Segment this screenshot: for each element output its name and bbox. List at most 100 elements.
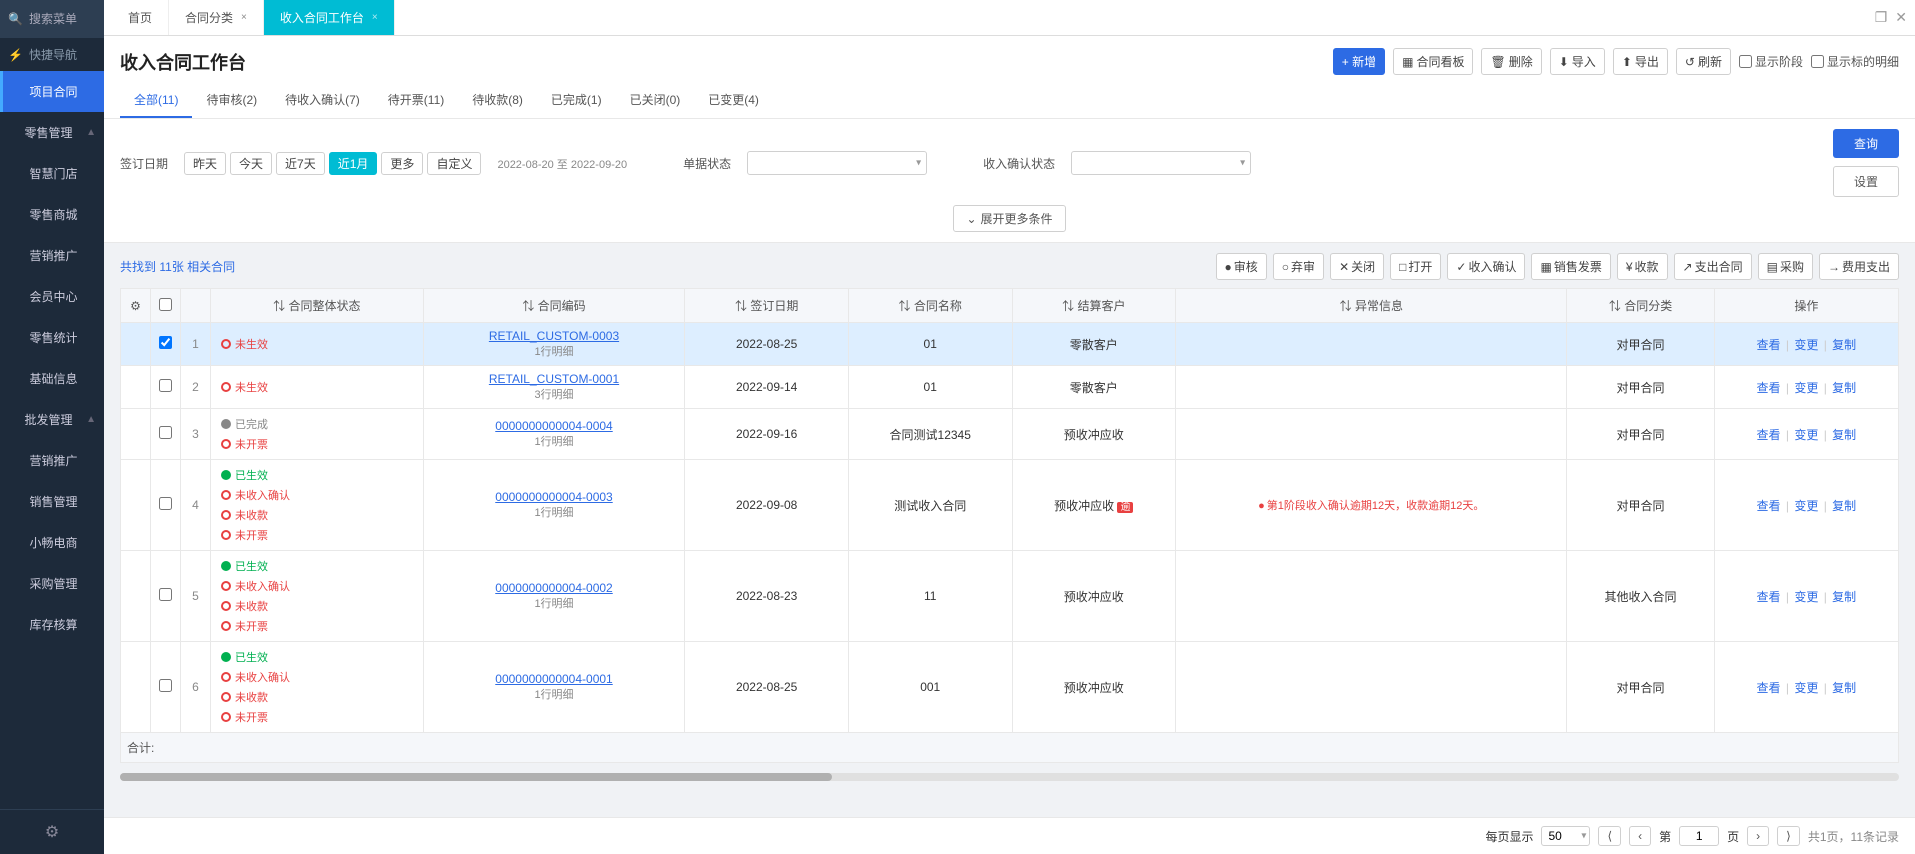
op-view-2[interactable]: 查看 [1757, 428, 1781, 442]
doc-status-select[interactable] [747, 151, 927, 175]
subtab-pending_invoice[interactable]: 待开票(11) [374, 83, 458, 118]
subtab-completed[interactable]: 已完成(1) [537, 83, 616, 118]
prev-page-button[interactable]: ‹ [1629, 826, 1651, 846]
op-copy-5[interactable]: 复制 [1832, 681, 1856, 695]
op-edit-0[interactable]: 变更 [1794, 338, 1818, 352]
action-btn-purchase[interactable]: ▤采购 [1758, 253, 1813, 280]
page-size-select[interactable]: 50 10 20 100 [1541, 826, 1590, 846]
sidebar-item-marketing2[interactable]: 营销推广 [0, 440, 104, 481]
tab-close-income_workbench[interactable]: × [372, 12, 378, 23]
tab-contract_category[interactable]: 合同分类× [169, 0, 264, 35]
tab-close-contract_category[interactable]: × [241, 12, 247, 23]
action-btn-abandon[interactable]: ○弃审 [1273, 253, 1324, 280]
sidebar-item-wholesale[interactable]: 批发管理▲ [0, 399, 104, 440]
cell-check-4[interactable] [151, 551, 181, 642]
action-btn-sales_invoice[interactable]: ▦销售发票 [1531, 253, 1610, 280]
contract-link-3[interactable]: 0000000000004-0003 [495, 490, 612, 504]
date-btn-last7[interactable]: 近7天 [276, 152, 325, 175]
op-view-4[interactable]: 查看 [1757, 590, 1781, 604]
income-confirm-select[interactable] [1071, 151, 1251, 175]
next-page-button[interactable]: › [1747, 826, 1769, 846]
sidebar-item-basic_info[interactable]: 基础信息 [0, 358, 104, 399]
op-copy-2[interactable]: 复制 [1832, 428, 1856, 442]
subtab-changed[interactable]: 已变更(4) [694, 83, 773, 118]
refresh-button[interactable]: ↺ 刷新 [1676, 48, 1731, 75]
expand-button[interactable]: ⌄ 展开更多条件 [953, 205, 1065, 232]
sidebar-item-marketing[interactable]: 营销推广 [0, 235, 104, 276]
op-edit-5[interactable]: 变更 [1794, 681, 1818, 695]
sidebar-item-purchase[interactable]: 采购管理 [0, 563, 104, 604]
contract-link-2[interactable]: 0000000000004-0004 [495, 419, 612, 433]
subtab-pending_payment[interactable]: 待收款(8) [458, 83, 537, 118]
add-button[interactable]: + 新增 [1333, 48, 1385, 75]
close-button[interactable]: ✕ [1895, 9, 1907, 26]
op-view-3[interactable]: 查看 [1757, 499, 1781, 513]
import-button[interactable]: ⬇ 导入 [1550, 48, 1605, 75]
op-copy-3[interactable]: 复制 [1832, 499, 1856, 513]
cell-check-5[interactable] [151, 642, 181, 733]
row-checkbox-5[interactable] [159, 679, 172, 692]
cell-check-2[interactable] [151, 409, 181, 460]
contract-link-5[interactable]: 0000000000004-0001 [495, 672, 612, 686]
subtab-closed[interactable]: 已关闭(0) [616, 83, 695, 118]
subtab-all[interactable]: 全部(11) [120, 83, 192, 118]
contract-link-0[interactable]: RETAIL_CUSTOM-0003 [489, 329, 619, 343]
sidebar-item-retail_stats[interactable]: 零售统计 [0, 317, 104, 358]
show-detail-input[interactable] [1811, 55, 1824, 68]
subtab-pending_review[interactable]: 待审核(2) [192, 83, 271, 118]
restore-button[interactable]: ❐ [1875, 9, 1888, 26]
row-checkbox-0[interactable] [159, 336, 172, 349]
date-btn-today[interactable]: 今天 [230, 152, 272, 175]
first-page-button[interactable]: ⟨ [1598, 826, 1621, 846]
show-stage-checkbox[interactable]: 显示阶段 [1739, 53, 1803, 70]
sidebar-item-sales_mgmt[interactable]: 销售管理 [0, 481, 104, 522]
cell-check-1[interactable] [151, 366, 181, 409]
date-btn-last1month[interactable]: 近1月 [329, 152, 378, 175]
sidebar-item-stock[interactable]: 库存核算 [0, 604, 104, 645]
export-button[interactable]: ⬆ 导出 [1613, 48, 1668, 75]
row-checkbox-2[interactable] [159, 426, 172, 439]
row-checkbox-1[interactable] [159, 379, 172, 392]
action-btn-review[interactable]: ●审核 [1216, 253, 1267, 280]
page-number-input[interactable] [1679, 826, 1719, 846]
set-button[interactable]: 设置 [1833, 166, 1899, 197]
action-btn-expense_out[interactable]: →费用支出 [1819, 253, 1899, 280]
date-btn-custom[interactable]: 自定义 [427, 152, 481, 175]
sidebar-item-retail_commerce[interactable]: 零售商城 [0, 194, 104, 235]
op-edit-1[interactable]: 变更 [1794, 381, 1818, 395]
tab-income_workbench[interactable]: 收入合同工作台× [264, 0, 395, 35]
horizontal-scrollbar[interactable] [120, 773, 1899, 781]
op-edit-4[interactable]: 变更 [1794, 590, 1818, 604]
action-btn-expense_contract[interactable]: ↗支出合同 [1674, 253, 1752, 280]
sidebar-quick-nav[interactable]: ⚡ 快捷导航 [0, 38, 104, 71]
action-btn-income_confirm[interactable]: ✓收入确认 [1447, 253, 1525, 280]
op-copy-0[interactable]: 复制 [1832, 338, 1856, 352]
sidebar-item-xiaochang[interactable]: 小畅电商 [0, 522, 104, 563]
contract-link-1[interactable]: RETAIL_CUSTOM-0001 [489, 372, 619, 386]
select-all-checkbox[interactable] [159, 298, 172, 311]
sidebar-item-project[interactable]: 项目合同 [0, 71, 104, 112]
date-btn-yesterday[interactable]: 昨天 [184, 152, 226, 175]
date-btn-more[interactable]: 更多 [381, 152, 423, 175]
row-checkbox-3[interactable] [159, 497, 172, 510]
sidebar-item-retail_mgmt[interactable]: 零售管理▲ [0, 112, 104, 153]
show-stage-input[interactable] [1739, 55, 1752, 68]
tab-home[interactable]: 首页 [112, 0, 169, 35]
show-detail-checkbox[interactable]: 显示标的明细 [1811, 53, 1899, 70]
sidebar-item-member[interactable]: 会员中心 [0, 276, 104, 317]
subtab-pending_confirm[interactable]: 待收入确认(7) [271, 83, 374, 118]
cell-check-3[interactable] [151, 460, 181, 551]
op-edit-3[interactable]: 变更 [1794, 499, 1818, 513]
kanban-button[interactable]: ▦ 合同看板 [1393, 48, 1473, 75]
op-copy-4[interactable]: 复制 [1832, 590, 1856, 604]
sidebar-item-smart_store[interactable]: 智慧门店 [0, 153, 104, 194]
sidebar-search[interactable]: 🔍 搜索菜单 [0, 0, 104, 38]
table-scroll[interactable]: ⚙ ⇅ 合同整体状态 ⇅ 合同编码 ⇅ 签订日期 [120, 288, 1899, 763]
th-settings[interactable]: ⚙ [121, 289, 151, 323]
query-button[interactable]: 查询 [1833, 129, 1899, 158]
action-btn-open[interactable]: □打开 [1390, 253, 1441, 280]
cell-check-0[interactable] [151, 323, 181, 366]
op-view-0[interactable]: 查看 [1757, 338, 1781, 352]
settings-icon[interactable]: ⚙ [45, 822, 59, 842]
contract-link-4[interactable]: 0000000000004-0002 [495, 581, 612, 595]
